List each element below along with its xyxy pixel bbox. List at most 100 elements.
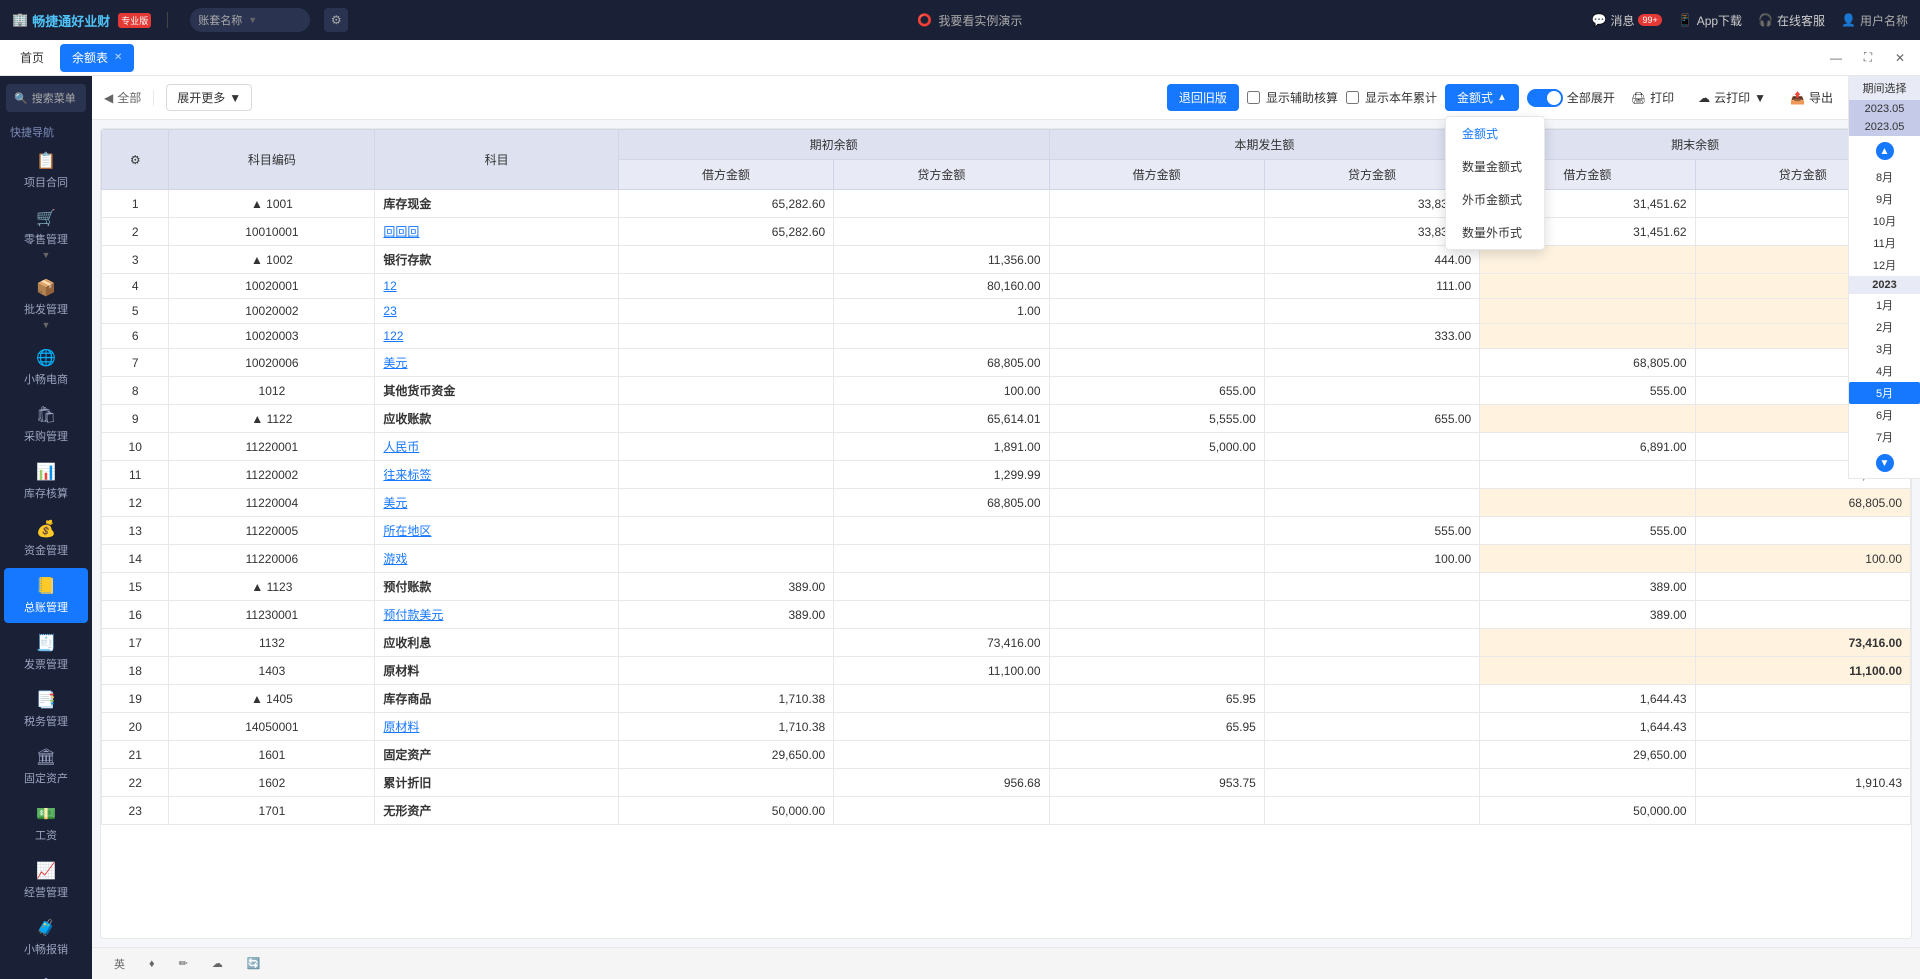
period-7[interactable]: 7月 (1849, 426, 1920, 448)
period-3[interactable]: 3月 (1849, 338, 1920, 360)
cell-account-name[interactable]: 往来标签 (375, 461, 618, 489)
period-year-2023[interactable]: 2023 (1849, 276, 1920, 294)
back-btn[interactable]: ◀ 全部 (104, 89, 141, 106)
cell-account-name[interactable]: 所在地区 (375, 517, 618, 545)
period-4[interactable]: 4月 (1849, 360, 1920, 382)
cell-pa-debit (1049, 741, 1264, 769)
period-up-nav[interactable]: ▲ (1849, 136, 1920, 166)
expand-toggle-switch[interactable] (1527, 89, 1563, 107)
sidebar-item-basic[interactable]: ℹ 基础信息 (4, 967, 88, 979)
dropdown-shuliang-waib[interactable]: 数量外币式 (1446, 216, 1544, 249)
online-service-btn[interactable]: 🎧 在线客服 (1758, 12, 1825, 29)
cell-ob-debit (618, 299, 833, 324)
expand-more-btn[interactable]: 展开更多 ▼ (166, 84, 252, 111)
cell-account-name[interactable]: 固定资产 (375, 741, 618, 769)
cell-pa-credit (1264, 685, 1479, 713)
show-auxiliary-check[interactable]: 显示辅助核算 (1247, 89, 1338, 106)
toolbar-right: 退回旧版 显示辅助核算 显示本年累计 金额式 ▲ 金额式 (1167, 84, 1908, 111)
sidebar-item-finance[interactable]: 💰 资金管理 (4, 511, 88, 566)
sidebar-item-wholesale[interactable]: 📦 批发管理 ▼ (4, 270, 88, 338)
period-5[interactable]: 5月 (1849, 382, 1920, 404)
period-12[interactable]: 12月 (1849, 254, 1920, 276)
settings-icon[interactable]: ⚙ (324, 8, 348, 32)
dropdown-jiners[interactable]: 金额式 (1446, 117, 1544, 150)
cell-account-name[interactable]: 其他货币资金 (375, 377, 618, 405)
cell-account-name[interactable]: 预付款美元 (375, 601, 618, 629)
demo-link[interactable]: ⭕ 我要看实例演示 (917, 12, 1022, 29)
status-lang-btn[interactable]: 英 (108, 954, 131, 974)
table-config-icon[interactable]: ⚙ (130, 153, 141, 167)
cell-account-name[interactable]: 累计折旧 (375, 769, 618, 797)
tab-balance[interactable]: 余额表 ✕ (60, 44, 134, 72)
cloud-print-btn[interactable]: ☁ 云打印 ▼ (1690, 85, 1774, 110)
cell-account-name[interactable]: 银行存款 (375, 246, 618, 274)
sidebar-item-ecommerce[interactable]: 🌐 小畅电商 (4, 340, 88, 395)
cell-pa-debit (1049, 246, 1264, 274)
status-edit-btn[interactable]: ✏ (173, 955, 194, 972)
tab-home[interactable]: 首页 (8, 44, 56, 72)
export-btn[interactable]: 📤 导出 (1782, 85, 1841, 110)
account-selector[interactable]: 账套名称 ▼ (190, 8, 310, 32)
cell-account-code: ▲ 1123 (169, 573, 375, 601)
sidebar-item-assets[interactable]: 🏛 固定资产 (4, 739, 88, 794)
cell-account-name[interactable]: 人民币 (375, 433, 618, 461)
cell-account-name[interactable]: 122 (375, 324, 618, 349)
sidebar-item-sales[interactable]: 🧳 小畅报销 (4, 910, 88, 965)
sidebar-item-inventory[interactable]: 📊 库存核算 (4, 454, 88, 509)
period-10[interactable]: 10月 (1849, 210, 1920, 232)
sidebar-item-project[interactable]: 📋 项目合同 (4, 143, 88, 198)
cell-account-name[interactable]: 原材料 (375, 657, 618, 685)
cell-account-name[interactable]: 游戏 (375, 545, 618, 573)
cell-account-name[interactable]: 应收利息 (375, 629, 618, 657)
sidebar-item-ledger[interactable]: 📒 总账管理 (4, 568, 88, 623)
ytd-checkbox[interactable] (1346, 91, 1359, 104)
cell-pa-debit (1049, 517, 1264, 545)
status-diamond-btn[interactable]: ♦ (143, 956, 161, 972)
period-up-btn[interactable]: ▲ (1876, 142, 1894, 160)
dropdown-waib-jiners[interactable]: 外币金额式 (1446, 183, 1544, 216)
cell-account-name[interactable]: 应收账款 (375, 405, 618, 433)
sidebar-item-business[interactable]: 📈 经营管理 (4, 853, 88, 908)
period-2[interactable]: 2月 (1849, 316, 1920, 338)
sidebar-item-invoice[interactable]: 🧾 发票管理 (4, 625, 88, 680)
period-down-btn[interactable]: ▼ (1876, 454, 1894, 472)
cell-account-name[interactable]: 12 (375, 274, 618, 299)
search-menu-box[interactable]: 🔍 搜索菜单 (6, 84, 86, 112)
status-sync-btn[interactable]: 🔄 (241, 955, 267, 972)
jiners-btn[interactable]: 金额式 ▲ (1445, 84, 1519, 111)
period-8[interactable]: 8月 (1849, 166, 1920, 188)
messages-btn[interactable]: 💬 消息 99+ (1592, 12, 1662, 29)
cell-account-name[interactable]: 预付账款 (375, 573, 618, 601)
sidebar-item-payroll[interactable]: 💵 工资 (4, 796, 88, 851)
cell-account-name[interactable]: 无形资产 (375, 797, 618, 825)
show-ytd-check[interactable]: 显示本年累计 (1346, 89, 1437, 106)
status-cloud-btn[interactable]: ☁ (206, 955, 229, 972)
tab-maximize-btn[interactable]: ⛶ (1856, 46, 1880, 70)
cell-account-name[interactable]: 美元 (375, 489, 618, 517)
period-9[interactable]: 9月 (1849, 188, 1920, 210)
tab-minimize-btn[interactable]: — (1824, 46, 1848, 70)
auxiliary-checkbox[interactable] (1247, 91, 1260, 104)
print-btn[interactable]: 🖨 打印 (1623, 85, 1682, 110)
cell-account-name[interactable]: 原材料 (375, 713, 618, 741)
sidebar-item-purchase[interactable]: 🛍 采购管理 (4, 397, 88, 452)
user-avatar[interactable]: 👤 用户名称 (1841, 12, 1908, 29)
cell-pa-debit: 5,000.00 (1049, 433, 1264, 461)
sidebar-item-tax[interactable]: 📑 税务管理 (4, 682, 88, 737)
sidebar-item-retail[interactable]: 🛒 零售管理 ▼ (4, 200, 88, 268)
dropdown-shuliang-jiners[interactable]: 数量金额式 (1446, 150, 1544, 183)
tab-restore-btn[interactable]: ✕ (1888, 46, 1912, 70)
cell-account-name[interactable]: 回回回 (375, 218, 618, 246)
back-period-btn[interactable]: 退回旧版 (1167, 84, 1239, 111)
cell-account-name[interactable]: 23 (375, 299, 618, 324)
cell-account-name[interactable]: 美元 (375, 349, 618, 377)
app-download-btn[interactable]: 📱 App下载 (1678, 12, 1742, 29)
period-6[interactable]: 6月 (1849, 404, 1920, 426)
period-11[interactable]: 11月 (1849, 232, 1920, 254)
cell-account-name[interactable]: 库存商品 (375, 685, 618, 713)
period-down-nav[interactable]: ▼ (1849, 448, 1920, 478)
tab-close-btn[interactable]: ✕ (114, 52, 122, 63)
cell-account-name[interactable]: 库存现金 (375, 190, 618, 218)
period-1[interactable]: 1月 (1849, 294, 1920, 316)
table-row: 1▲ 1001库存现金65,282.6033,830.9831,451.62 (102, 190, 1911, 218)
